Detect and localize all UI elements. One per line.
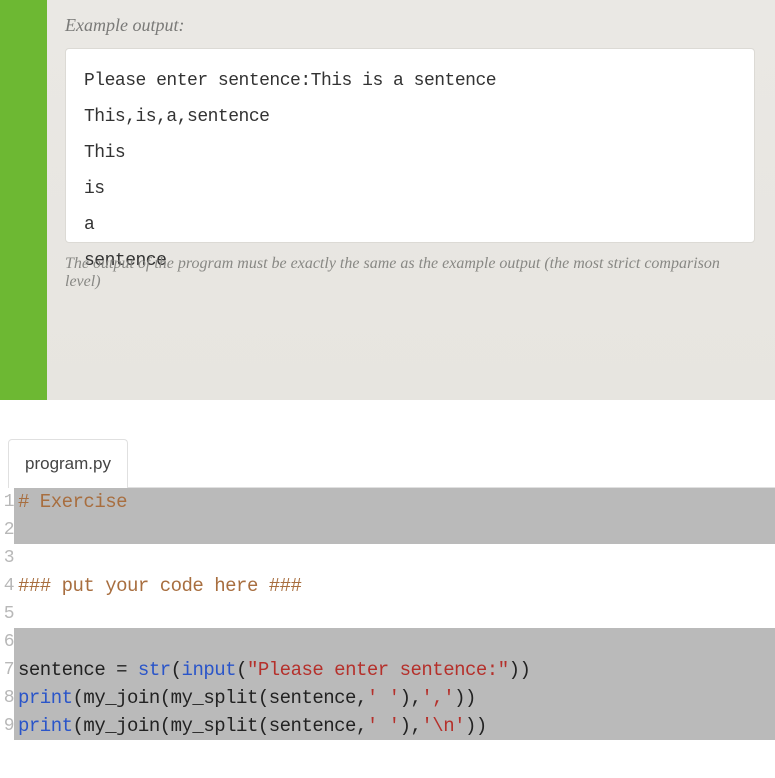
code-line[interactable]: 4### put your code here ### — [0, 572, 775, 600]
comparison-note: The output of the program must be exactl… — [65, 255, 755, 291]
code-line[interactable]: 9print(my_join(my_split(sentence,' '),'\… — [0, 712, 775, 740]
line-content[interactable]: ### put your code here ### — [14, 572, 775, 600]
line-number: 1 — [0, 492, 14, 512]
line-content[interactable]: print(my_join(my_split(sentence,' '),'\n… — [14, 712, 775, 740]
line-number: 2 — [0, 520, 14, 540]
line-content[interactable] — [14, 544, 775, 572]
line-content[interactable]: print(my_join(my_split(sentence,' '),','… — [14, 684, 775, 712]
line-number: 4 — [0, 576, 14, 596]
status-sidebar — [0, 0, 47, 400]
code-line[interactable]: 3 — [0, 544, 775, 572]
line-content[interactable] — [14, 628, 775, 656]
tab-bar: program.py — [8, 438, 775, 488]
example-output-box: Please enter sentence:This is a sentence… — [65, 48, 755, 243]
problem-description-panel: Example output: Please enter sentence:Th… — [0, 0, 775, 400]
line-number: 5 — [0, 604, 14, 624]
content-area: Example output: Please enter sentence:Th… — [47, 0, 775, 400]
code-line[interactable]: 1# Exercise — [0, 488, 775, 516]
line-content[interactable] — [14, 516, 775, 544]
line-number: 7 — [0, 660, 14, 680]
editor-section: program.py 1# Exercise234### put your co… — [0, 400, 775, 778]
line-content[interactable] — [14, 600, 775, 628]
line-number: 6 — [0, 632, 14, 652]
line-content[interactable]: sentence = str(input("Please enter sente… — [14, 656, 775, 684]
tab-program[interactable]: program.py — [8, 439, 128, 488]
line-number: 3 — [0, 548, 14, 568]
example-output-label: Example output: — [65, 15, 755, 36]
line-number: 9 — [0, 716, 14, 736]
code-line[interactable]: 2 — [0, 516, 775, 544]
line-number: 8 — [0, 688, 14, 708]
code-line[interactable]: 5 — [0, 600, 775, 628]
code-editor[interactable]: 1# Exercise234### put your code here ###… — [0, 488, 775, 740]
code-line[interactable]: 6 — [0, 628, 775, 656]
code-line[interactable]: 8print(my_join(my_split(sentence,' '),',… — [0, 684, 775, 712]
line-content[interactable]: # Exercise — [14, 488, 775, 516]
code-line[interactable]: 7sentence = str(input("Please enter sent… — [0, 656, 775, 684]
